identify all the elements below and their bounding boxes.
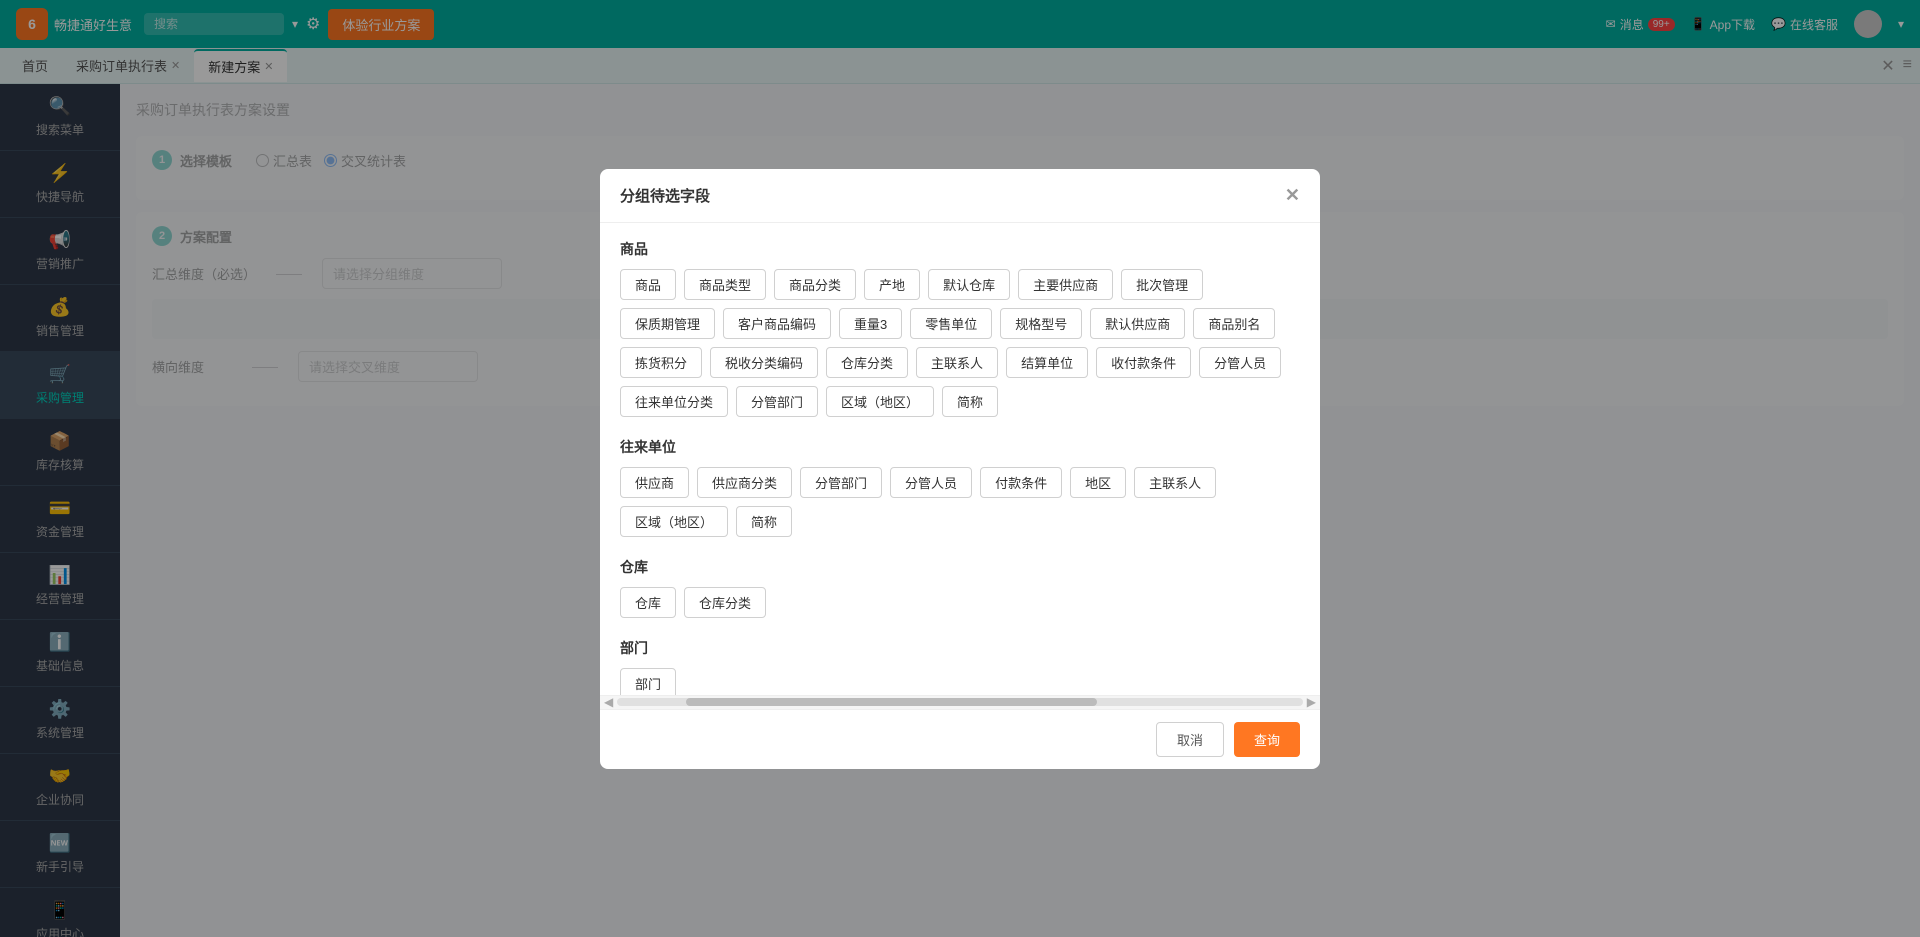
field-tag-partner-8[interactable]: 简称 [736, 506, 792, 537]
field-tag-goods-3[interactable]: 产地 [864, 269, 920, 300]
field-tag-goods-4[interactable]: 默认仓库 [928, 269, 1010, 300]
field-tag-goods-14[interactable]: 拣货积分 [620, 347, 702, 378]
department-fields: 部门 [620, 668, 1300, 695]
department-section: 部门 部门 [620, 638, 1300, 695]
field-tag-goods-13[interactable]: 商品别名 [1193, 308, 1275, 339]
field-tag-department-0[interactable]: 部门 [620, 668, 676, 695]
field-tag-goods-15[interactable]: 税收分类编码 [710, 347, 818, 378]
modal-footer: 取消 查询 [600, 709, 1320, 769]
field-tag-goods-18[interactable]: 结算单位 [1006, 347, 1088, 378]
partner-section-title: 往来单位 [620, 437, 1300, 457]
partner-section: 往来单位 供应商 供应商分类 分管部门 分管人员 付款条件 地区 主联系人 区域… [620, 437, 1300, 537]
goods-fields: 商品 商品类型 商品分类 产地 默认仓库 主要供应商 批次管理 保质期管理 客户… [620, 269, 1300, 417]
modal-hscrollbar[interactable]: ◀ ▶ [600, 695, 1320, 709]
field-tag-partner-7[interactable]: 区域（地区） [620, 506, 728, 537]
field-tag-partner-6[interactable]: 主联系人 [1134, 467, 1216, 498]
warehouse-fields: 仓库 仓库分类 [620, 587, 1300, 618]
field-tag-goods-22[interactable]: 分管部门 [736, 386, 818, 417]
field-tag-goods-17[interactable]: 主联系人 [916, 347, 998, 378]
department-section-title: 部门 [620, 638, 1300, 658]
hscroll-left-arrow[interactable]: ◀ [604, 695, 617, 709]
hscrollbar-thumb[interactable] [686, 698, 1097, 706]
partner-fields: 供应商 供应商分类 分管部门 分管人员 付款条件 地区 主联系人 区域（地区） … [620, 467, 1300, 537]
warehouse-section-title: 仓库 [620, 557, 1300, 577]
modal-body[interactable]: 商品 商品 商品类型 商品分类 产地 默认仓库 主要供应商 批次管理 保质期管理… [600, 223, 1320, 695]
field-tag-goods-16[interactable]: 仓库分类 [826, 347, 908, 378]
field-tag-goods-7[interactable]: 保质期管理 [620, 308, 715, 339]
field-tag-goods-6[interactable]: 批次管理 [1121, 269, 1203, 300]
cancel-button[interactable]: 取消 [1156, 722, 1224, 757]
field-tag-partner-4[interactable]: 付款条件 [980, 467, 1062, 498]
hscrollbar-track[interactable] [617, 698, 1303, 706]
field-tag-goods-1[interactable]: 商品类型 [684, 269, 766, 300]
field-tag-goods-2[interactable]: 商品分类 [774, 269, 856, 300]
warehouse-section: 仓库 仓库 仓库分类 [620, 557, 1300, 618]
field-tag-goods-19[interactable]: 收付款条件 [1096, 347, 1191, 378]
field-selection-modal: 分组待选字段 ✕ 商品 商品 商品类型 商品分类 产地 默认仓库 主要供应商 批… [600, 169, 1320, 769]
goods-section-title: 商品 [620, 239, 1300, 259]
field-tag-goods-0[interactable]: 商品 [620, 269, 676, 300]
field-tag-goods-11[interactable]: 规格型号 [1000, 308, 1082, 339]
goods-section: 商品 商品 商品类型 商品分类 产地 默认仓库 主要供应商 批次管理 保质期管理… [620, 239, 1300, 417]
field-tag-goods-21[interactable]: 往来单位分类 [620, 386, 728, 417]
field-tag-partner-0[interactable]: 供应商 [620, 467, 689, 498]
field-tag-partner-1[interactable]: 供应商分类 [697, 467, 792, 498]
field-tag-goods-5[interactable]: 主要供应商 [1018, 269, 1113, 300]
field-tag-partner-2[interactable]: 分管部门 [800, 467, 882, 498]
field-tag-goods-9[interactable]: 重量3 [839, 308, 902, 339]
field-tag-warehouse-0[interactable]: 仓库 [620, 587, 676, 618]
field-tag-goods-20[interactable]: 分管人员 [1199, 347, 1281, 378]
field-tag-goods-8[interactable]: 客户商品编码 [723, 308, 831, 339]
field-tag-partner-5[interactable]: 地区 [1070, 467, 1126, 498]
confirm-button[interactable]: 查询 [1234, 722, 1300, 757]
modal-title: 分组待选字段 [620, 185, 710, 206]
field-tag-goods-12[interactable]: 默认供应商 [1090, 308, 1185, 339]
field-tag-goods-23[interactable]: 区域（地区） [826, 386, 934, 417]
modal-header: 分组待选字段 ✕ [600, 169, 1320, 223]
field-tag-goods-10[interactable]: 零售单位 [910, 308, 992, 339]
field-tag-goods-24[interactable]: 简称 [942, 386, 998, 417]
hscroll-right-arrow[interactable]: ▶ [1303, 695, 1316, 709]
field-tag-partner-3[interactable]: 分管人员 [890, 467, 972, 498]
modal-overlay: 分组待选字段 ✕ 商品 商品 商品类型 商品分类 产地 默认仓库 主要供应商 批… [0, 0, 1920, 937]
modal-close-button[interactable]: ✕ [1285, 185, 1300, 206]
field-tag-warehouse-1[interactable]: 仓库分类 [684, 587, 766, 618]
